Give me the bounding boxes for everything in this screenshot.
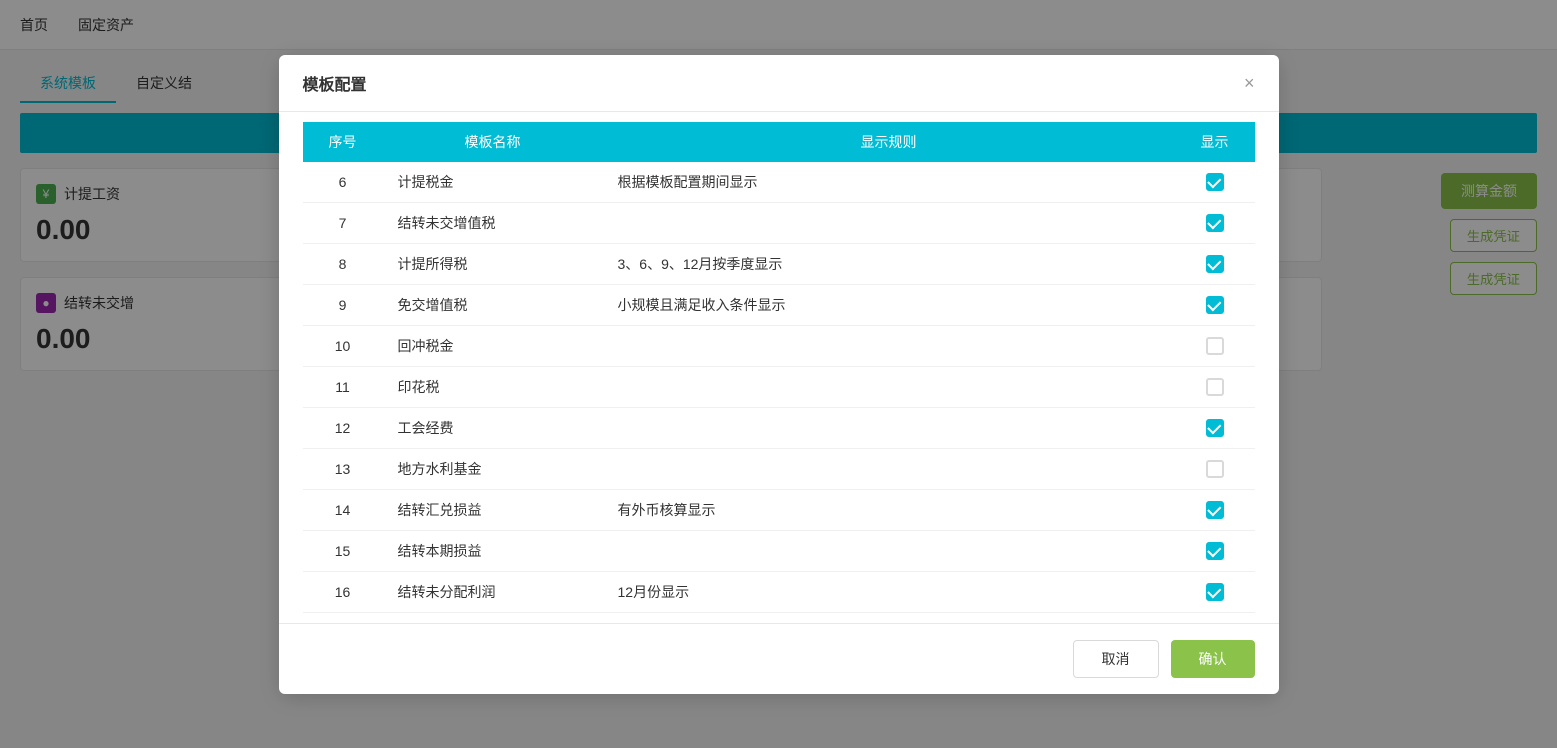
table-header-row: 序号 模板名称 显示规则 显示 [303, 122, 1255, 162]
cell-name: 工会经费 [383, 407, 603, 448]
modal-overlay: 模板配置 × 序号 模板名称 显示规则 显示 6计提税金根据模板配置期间显示7结… [0, 0, 1557, 748]
table-row: 10回冲税金 [303, 325, 1255, 366]
cell-index: 11 [303, 366, 383, 407]
cell-name: 回冲税金 [383, 325, 603, 366]
cell-rule [603, 448, 1175, 489]
cell-index: 7 [303, 202, 383, 243]
cell-rule [603, 202, 1175, 243]
cell-rule [603, 325, 1175, 366]
cell-rule [603, 530, 1175, 571]
cell-rule: 有外币核算显示 [603, 489, 1175, 530]
table-row: 9免交增值税小规模且满足收入条件显示 [303, 284, 1255, 325]
table-row: 15结转本期损益 [303, 530, 1255, 571]
cell-name: 结转未交增值税 [383, 202, 603, 243]
cell-name: 结转未分配利润 [383, 571, 603, 612]
checkbox-10[interactable] [1206, 337, 1224, 355]
table-row: 14结转汇兑损益有外币核算显示 [303, 489, 1255, 530]
cell-index: 10 [303, 325, 383, 366]
th-show: 显示 [1175, 122, 1255, 162]
checkbox-12[interactable] [1206, 419, 1224, 437]
cell-checkbox[interactable] [1175, 448, 1255, 489]
cell-index: 14 [303, 489, 383, 530]
modal-header: 模板配置 × [279, 55, 1279, 112]
cell-rule: 3、6、9、12月按季度显示 [603, 243, 1175, 284]
cell-checkbox[interactable] [1175, 366, 1255, 407]
confirm-button[interactable]: 确认 [1171, 640, 1255, 678]
th-rule: 显示规则 [603, 122, 1175, 162]
cell-checkbox[interactable] [1175, 489, 1255, 530]
table-body: 6计提税金根据模板配置期间显示7结转未交增值税8计提所得税3、6、9、12月按季… [303, 162, 1255, 613]
cell-rule: 小规模且满足收入条件显示 [603, 284, 1175, 325]
checkbox-13[interactable] [1206, 460, 1224, 478]
cell-index: 12 [303, 407, 383, 448]
cell-name: 地方水利基金 [383, 448, 603, 489]
cell-name: 结转本期损益 [383, 530, 603, 571]
modal-close-button[interactable]: × [1244, 74, 1255, 92]
modal-template-config: 模板配置 × 序号 模板名称 显示规则 显示 6计提税金根据模板配置期间显示7结… [279, 55, 1279, 694]
checkbox-9[interactable] [1206, 296, 1224, 314]
cell-name: 计提税金 [383, 162, 603, 203]
cancel-button[interactable]: 取消 [1073, 640, 1159, 678]
cell-checkbox[interactable] [1175, 284, 1255, 325]
cell-name: 计提所得税 [383, 243, 603, 284]
th-name: 模板名称 [383, 122, 603, 162]
table-row: 11印花税 [303, 366, 1255, 407]
table-row: 16结转未分配利润12月份显示 [303, 571, 1255, 612]
config-table: 序号 模板名称 显示规则 显示 6计提税金根据模板配置期间显示7结转未交增值税8… [303, 122, 1255, 613]
checkbox-15[interactable] [1206, 542, 1224, 560]
cell-checkbox[interactable] [1175, 243, 1255, 284]
cell-checkbox[interactable] [1175, 571, 1255, 612]
checkbox-16[interactable] [1206, 583, 1224, 601]
table-row: 12工会经费 [303, 407, 1255, 448]
checkbox-7[interactable] [1206, 214, 1224, 232]
table-row: 6计提税金根据模板配置期间显示 [303, 162, 1255, 203]
cell-checkbox[interactable] [1175, 407, 1255, 448]
table-row: 8计提所得税3、6、9、12月按季度显示 [303, 243, 1255, 284]
cell-rule: 12月份显示 [603, 571, 1175, 612]
cell-checkbox[interactable] [1175, 530, 1255, 571]
checkbox-6[interactable] [1206, 173, 1224, 191]
cell-checkbox[interactable] [1175, 325, 1255, 366]
cell-index: 16 [303, 571, 383, 612]
cell-checkbox[interactable] [1175, 162, 1255, 203]
modal-footer: 取消 确认 [279, 623, 1279, 694]
th-index: 序号 [303, 122, 383, 162]
cell-index: 6 [303, 162, 383, 203]
cell-index: 13 [303, 448, 383, 489]
cell-name: 结转汇兑损益 [383, 489, 603, 530]
cell-index: 9 [303, 284, 383, 325]
cell-index: 15 [303, 530, 383, 571]
cell-name: 印花税 [383, 366, 603, 407]
modal-body: 序号 模板名称 显示规则 显示 6计提税金根据模板配置期间显示7结转未交增值税8… [279, 112, 1279, 623]
checkbox-14[interactable] [1206, 501, 1224, 519]
cell-rule: 根据模板配置期间显示 [603, 162, 1175, 203]
cell-rule [603, 407, 1175, 448]
modal-title: 模板配置 [303, 71, 367, 95]
cell-checkbox[interactable] [1175, 202, 1255, 243]
table-row: 13地方水利基金 [303, 448, 1255, 489]
cell-rule [603, 366, 1175, 407]
cell-index: 8 [303, 243, 383, 284]
cell-name: 免交增值税 [383, 284, 603, 325]
checkbox-8[interactable] [1206, 255, 1224, 273]
checkbox-11[interactable] [1206, 378, 1224, 396]
table-row: 7结转未交增值税 [303, 202, 1255, 243]
